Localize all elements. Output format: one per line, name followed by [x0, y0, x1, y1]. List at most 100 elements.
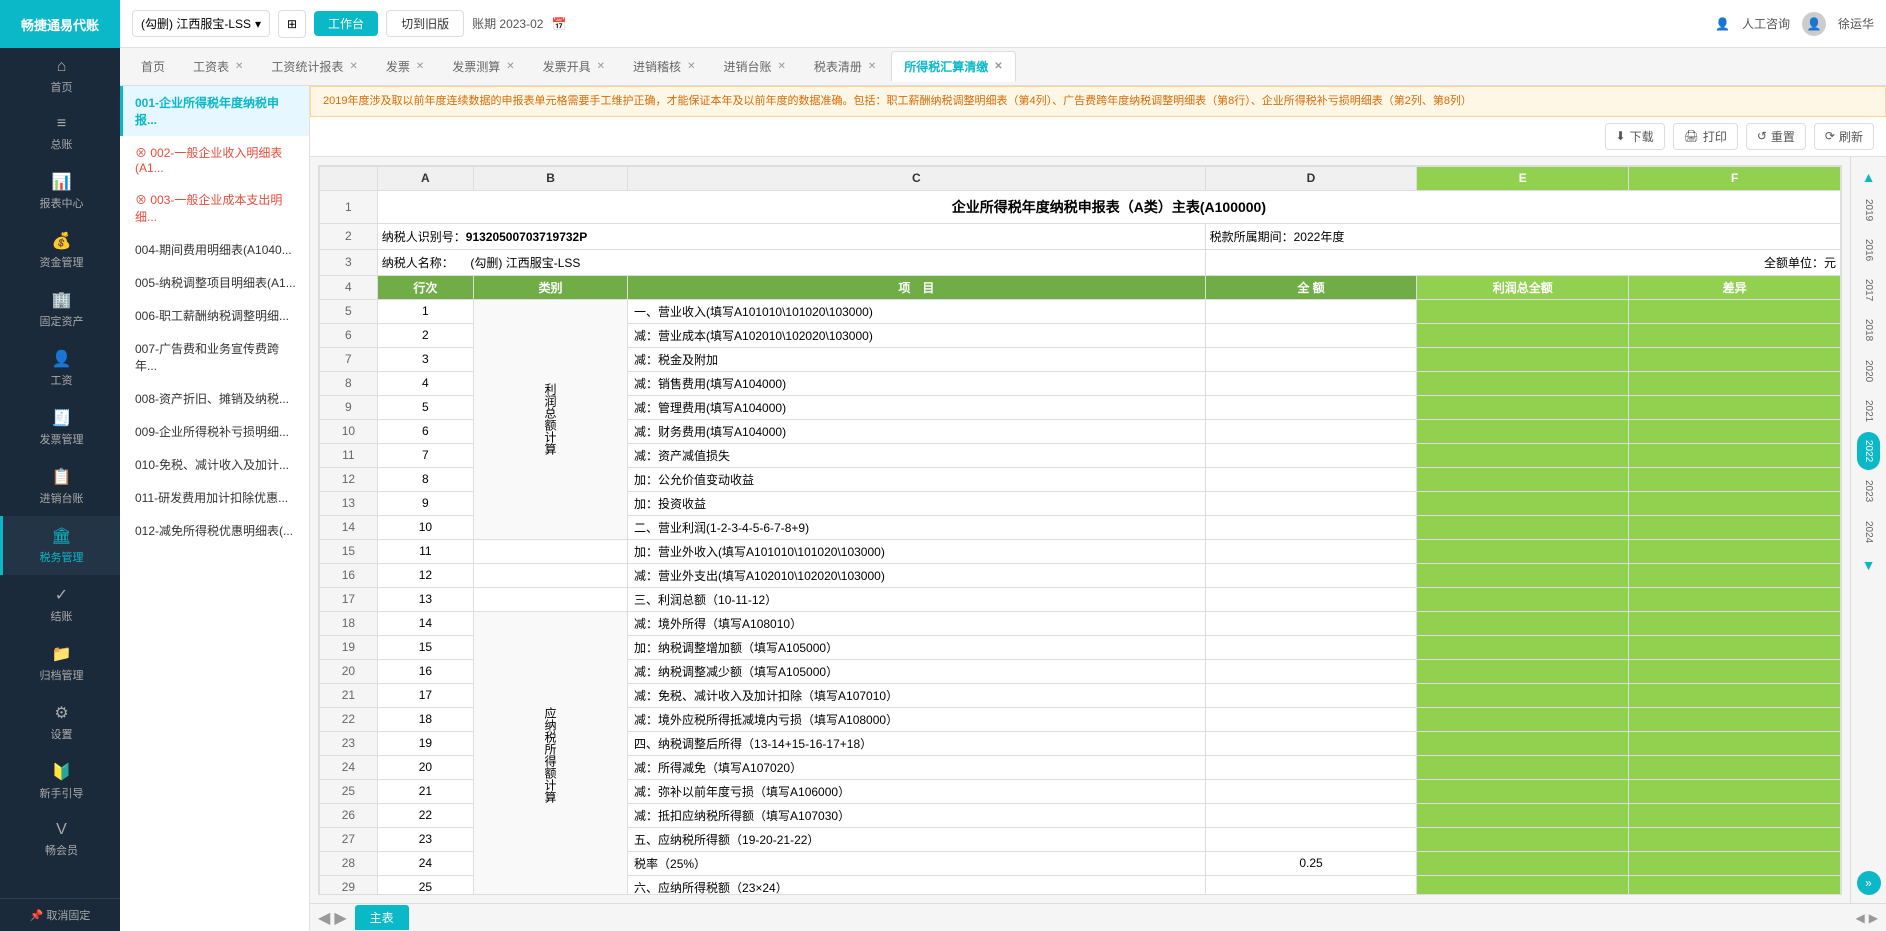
cell-lirun[interactable] [1417, 347, 1629, 371]
tab-invoice_open[interactable]: 发票开具✕ [530, 51, 618, 82]
tab-invoice[interactable]: 发票✕ [373, 51, 437, 82]
cell-lirun[interactable] [1417, 443, 1629, 467]
cell-xuhao[interactable]: 20 [377, 755, 473, 779]
cell-quane[interactable] [1205, 755, 1417, 779]
sheet-scroll-right[interactable]: ▶ [1869, 911, 1878, 925]
cell-xuhao[interactable]: 24 [377, 851, 473, 875]
cell-lirun[interactable] [1417, 539, 1629, 563]
cell-chay[interactable] [1629, 395, 1841, 419]
sheet-nav-left[interactable]: ◀ [318, 908, 330, 928]
cell-quane[interactable] [1205, 875, 1417, 895]
cell-xuhao[interactable]: 9 [377, 491, 473, 515]
switch-old-button[interactable]: 切到旧版 [386, 10, 464, 37]
cell-xuhao[interactable]: 15 [377, 635, 473, 659]
print-button[interactable]: 🖨 打印 [1673, 123, 1738, 150]
timeline-year-2024[interactable]: 2024 [1857, 513, 1880, 551]
cell-lirun[interactable] [1417, 323, 1629, 347]
cell-quane[interactable] [1205, 803, 1417, 827]
tab-close-tax_list[interactable]: ✕ [868, 61, 876, 72]
cell-lirun[interactable] [1417, 707, 1629, 731]
list-item-011[interactable]: 011-研发费用加计扣除优惠... [120, 481, 309, 514]
sheet-nav-right[interactable]: ▶ [334, 908, 346, 928]
cell-quane[interactable] [1205, 827, 1417, 851]
sidebar-item-salary[interactable]: 👤工资 [0, 339, 120, 398]
cell-quane[interactable] [1205, 395, 1417, 419]
list-item-005[interactable]: 005-纳税调整项目明细表(A1... [120, 266, 309, 299]
cell-xiangmu[interactable]: 减：免税、减计收入及加计扣除（填写A107010） [628, 683, 1206, 707]
cell-lirun[interactable] [1417, 659, 1629, 683]
cell-chay[interactable] [1629, 611, 1841, 635]
list-item-007[interactable]: 007-广告费和业务宣传费跨年... [120, 332, 309, 382]
sidebar-item-home[interactable]: ⌂首页 [0, 48, 120, 105]
cell-xiangmu[interactable]: 减：抵扣应纳税所得额（填写A107030） [628, 803, 1206, 827]
cell-xuhao[interactable]: 21 [377, 779, 473, 803]
tab-close-invoice_calc[interactable]: ✕ [506, 61, 514, 72]
tab-invoice_calc[interactable]: 发票测算✕ [439, 51, 527, 82]
timeline-year-2021[interactable]: 2021 [1857, 392, 1880, 430]
timeline-year-2018[interactable]: 2018 [1857, 311, 1880, 349]
reset-button[interactable]: ↺ 重置 [1746, 123, 1806, 150]
list-item-002[interactable]: 002-一般企业收入明细表(A1... [120, 136, 309, 183]
sidebar-item-settings[interactable]: ⚙设置 [0, 693, 120, 752]
cell-chay[interactable] [1629, 323, 1841, 347]
cell-xuhao[interactable]: 2 [377, 323, 473, 347]
tab-close-tax_calc[interactable]: ✕ [994, 61, 1002, 72]
cell-quane[interactable] [1205, 707, 1417, 731]
cell-xiangmu[interactable]: 减：纳税调整减少额（填写A105000） [628, 659, 1206, 683]
tab-home[interactable]: 首页 [128, 51, 178, 82]
cell-xiangmu[interactable]: 四、纳税调整后所得（13-14+15-16-17+18） [628, 731, 1206, 755]
cell-chay[interactable] [1629, 875, 1841, 895]
cell-xuhao[interactable]: 6 [377, 419, 473, 443]
topbar-grid-icon[interactable]: ⊞ [278, 10, 306, 38]
cell-xuhao[interactable]: 11 [377, 539, 473, 563]
cell-quane[interactable] [1205, 683, 1417, 707]
cell-xuhao[interactable]: 16 [377, 659, 473, 683]
cell-xiangmu[interactable]: 减：营业外支出(填写A102010\102020\103000) [628, 563, 1206, 587]
cell-xuhao[interactable]: 10 [377, 515, 473, 539]
sidebar-item-archive[interactable]: 📁归档管理 [0, 634, 120, 693]
tab-salary_stats[interactable]: 工资统计报表✕ [258, 51, 370, 82]
cell-xuhao[interactable]: 1 [377, 299, 473, 323]
list-item-006[interactable]: 006-职工薪酬纳税调整明细... [120, 299, 309, 332]
cell-quane[interactable] [1205, 779, 1417, 803]
cell-lirun[interactable] [1417, 755, 1629, 779]
cell-xuhao[interactable]: 25 [377, 875, 473, 895]
list-item-001[interactable]: 001-企业所得税年度纳税申报... [120, 86, 309, 136]
cell-chay[interactable] [1629, 539, 1841, 563]
cell-xuhao[interactable]: 12 [377, 563, 473, 587]
cell-quane[interactable] [1205, 299, 1417, 323]
cell-lirun[interactable] [1417, 371, 1629, 395]
cell-xiangmu[interactable]: 减：所得减免（填写A107020） [628, 755, 1206, 779]
cell-xiangmu[interactable]: 减：境外应税所得抵减境内亏损（填写A108000） [628, 707, 1206, 731]
list-item-003[interactable]: 003-一般企业成本支出明细... [120, 183, 309, 233]
cell-xiangmu[interactable]: 减：销售费用(填写A104000) [628, 371, 1206, 395]
cell-xiangmu[interactable]: 减：弥补以前年度亏损（填写A106000） [628, 779, 1206, 803]
refresh-button[interactable]: ⟳ 刷新 [1814, 123, 1874, 150]
download-button[interactable]: ⬇ 下载 [1605, 123, 1665, 150]
cell-xiangmu[interactable]: 加：投资收益 [628, 491, 1206, 515]
timeline-down-arrow[interactable]: ▼ [1858, 553, 1880, 577]
cell-lirun[interactable] [1417, 563, 1629, 587]
cell-xiangmu[interactable]: 加：公允价值变动收益 [628, 467, 1206, 491]
tab-purchase_check[interactable]: 进销稽核✕ [620, 51, 708, 82]
timeline-year-2019[interactable]: 2019 [1857, 191, 1880, 229]
tab-tax_list[interactable]: 税表清册✕ [801, 51, 889, 82]
cell-chay[interactable] [1629, 755, 1841, 779]
list-item-009[interactable]: 009-企业所得税补亏损明细... [120, 415, 309, 448]
cell-chay[interactable] [1629, 347, 1841, 371]
cell-xiangmu[interactable]: 六、应纳所得税额（23×24） [628, 875, 1206, 895]
cell-chay[interactable] [1629, 851, 1841, 875]
cell-quane[interactable] [1205, 659, 1417, 683]
cell-chay[interactable] [1629, 443, 1841, 467]
cell-quane[interactable] [1205, 731, 1417, 755]
timeline-year-2020[interactable]: 2020 [1857, 352, 1880, 390]
cell-lirun[interactable] [1417, 635, 1629, 659]
cell-lirun[interactable] [1417, 419, 1629, 443]
cell-xuhao[interactable]: 18 [377, 707, 473, 731]
cell-xuhao[interactable]: 5 [377, 395, 473, 419]
cell-quane[interactable] [1205, 635, 1417, 659]
company-selector[interactable]: (勾删) 江西服宝-LSS ▾ [132, 10, 270, 37]
spreadsheet-area[interactable]: A B C D E F 1企业所得税年度纳税申报表（A类）主表(A100000)… [318, 165, 1842, 896]
cell-xiangmu[interactable]: 加：营业外收入(填写A101010\101020\103000) [628, 539, 1206, 563]
cell-chay[interactable] [1629, 683, 1841, 707]
